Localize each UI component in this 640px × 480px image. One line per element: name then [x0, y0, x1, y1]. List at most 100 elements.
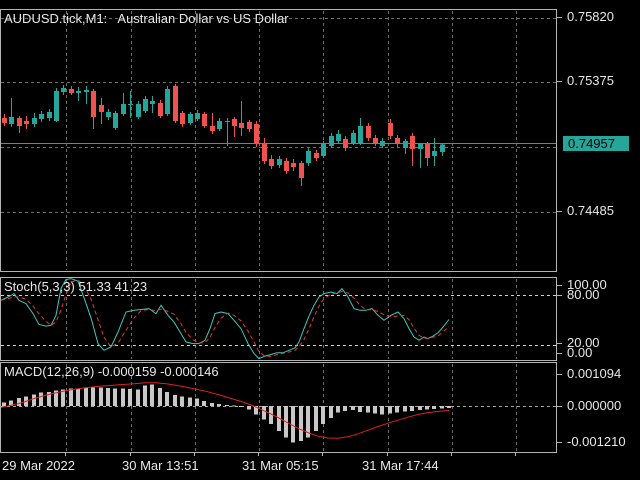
candle-bull	[128, 104, 133, 106]
price-chart-panel[interactable]: AUDUSD.tick,M1: Australian Dollar vs US …	[0, 9, 557, 272]
candle-bull	[106, 112, 111, 117]
macd-histogram-bar	[2, 402, 6, 406]
stochastic-panel[interactable]: Stoch(5,3,3) 51.33 41.23	[0, 277, 557, 361]
macd-histogram-bar	[106, 387, 110, 406]
candle-bull	[440, 144, 445, 153]
price-axis-label: 0.75820	[567, 9, 614, 24]
macd-histogram-bar	[336, 406, 340, 413]
candle-bull	[165, 88, 170, 114]
time-axis-label: 31 Mar 05:15	[242, 458, 319, 473]
candle-bear	[373, 138, 378, 143]
macd-histogram-bar	[121, 388, 125, 406]
macd-histogram-bar	[373, 406, 377, 414]
macd-histogram-bar	[262, 406, 266, 420]
candle-bull	[336, 133, 341, 141]
candle-bear	[254, 124, 259, 145]
macd-histogram-bar	[84, 387, 88, 406]
price-axis[interactable]: 0.74957 0.75820 0.75375 0.74485 100.00 80.00…	[557, 0, 640, 452]
axis-tick	[557, 374, 562, 375]
macd-histogram-bar	[180, 396, 184, 406]
axis-tick	[557, 285, 562, 286]
candle-bear	[410, 136, 415, 149]
axis-tick	[557, 343, 562, 344]
stoch-axis-label: 80.00	[567, 287, 600, 302]
candle-bull	[143, 98, 148, 112]
macd-histogram-bar	[217, 403, 221, 406]
macd-histogram-bar	[425, 406, 429, 410]
candle-bull	[418, 144, 423, 149]
candle-bear	[91, 90, 96, 117]
candle-bear	[69, 88, 74, 93]
macd-panel[interactable]: MACD(12,26,9) -0.000159 -0.000146	[0, 362, 557, 453]
macd-histogram-bar	[358, 406, 362, 413]
price-axis-label: 0.75375	[567, 73, 614, 88]
macd-histogram-bar	[247, 406, 251, 410]
candle-bull	[225, 121, 230, 123]
bid-price-box: 0.74957	[563, 136, 629, 151]
macd-histogram-bar	[314, 406, 318, 432]
candle-bull	[329, 136, 334, 147]
time-axis[interactable]: 29 Mar 2022 30 Mar 13:51 31 Mar 05:15 31 Ma…	[0, 452, 640, 480]
macd-histogram-bar	[188, 397, 192, 406]
candles-group	[2, 83, 445, 187]
candle-bull	[195, 113, 200, 120]
macd-histogram-bar	[299, 406, 303, 442]
macd-histogram-bar	[395, 406, 399, 413]
candle-bear	[180, 113, 185, 125]
candle-bull	[150, 100, 155, 105]
mt5-chart-window: AUDUSD.tick,M1: Australian Dollar vs US …	[0, 0, 640, 480]
time-axis-tick	[194, 452, 195, 456]
macd-histogram-bar	[225, 404, 229, 406]
macd-histogram-bar	[39, 392, 43, 406]
macd-axis-label: 0.001094	[567, 366, 622, 381]
macd-histogram-bar	[69, 388, 73, 406]
candle-bear	[210, 125, 215, 131]
candle-bull	[84, 89, 89, 92]
macd-histogram	[2, 384, 451, 443]
candle-bear	[158, 103, 163, 116]
macd-histogram-bar	[165, 392, 169, 406]
candle-bull	[121, 104, 126, 114]
macd-histogram-bar	[291, 406, 295, 443]
axis-tick	[557, 17, 562, 18]
candle-bull	[277, 158, 282, 166]
time-axis-tick	[258, 452, 259, 456]
macd-histogram-bar	[403, 406, 407, 412]
candle-bear	[262, 144, 267, 162]
macd-histogram-bar	[202, 401, 206, 406]
candle-bear	[202, 113, 207, 126]
candle-bull	[76, 90, 81, 93]
macd-histogram-bar	[173, 395, 177, 406]
candle-bull	[351, 132, 356, 143]
candle-bull	[9, 116, 14, 125]
candlestick-chart	[1, 11, 556, 270]
candle-bull	[136, 104, 141, 117]
candle-bull	[403, 140, 408, 148]
macd-histogram-bar	[239, 406, 243, 408]
macd-histogram-bar	[321, 406, 325, 425]
macd-histogram-bar	[99, 387, 103, 406]
macd-histogram-bar	[440, 406, 444, 409]
macd-histogram-bar	[195, 398, 199, 406]
candle-bull	[47, 112, 52, 118]
candle-bull	[39, 113, 44, 120]
time-axis-tick	[387, 452, 388, 456]
macd-histogram-bar	[91, 387, 95, 406]
macd-histogram-bar	[128, 389, 132, 406]
candle-bear	[239, 123, 244, 129]
time-axis-tick	[451, 452, 452, 456]
candle-bear	[299, 163, 304, 179]
macd-histogram-bar	[76, 388, 80, 406]
macd-histogram-bar	[32, 394, 36, 406]
axis-tick	[557, 406, 562, 407]
candle-bear	[17, 117, 22, 126]
candle-bull	[217, 121, 222, 130]
candle-bear	[24, 121, 29, 125]
macd-histogram-bar	[380, 406, 384, 415]
candle-bear	[314, 153, 319, 158]
macd-histogram-bar	[432, 406, 436, 410]
time-axis-tick	[515, 452, 516, 456]
macd-axis-label: -0.001210	[567, 434, 626, 449]
macd-histogram-bar	[136, 389, 140, 406]
macd-histogram-bar	[410, 406, 414, 411]
